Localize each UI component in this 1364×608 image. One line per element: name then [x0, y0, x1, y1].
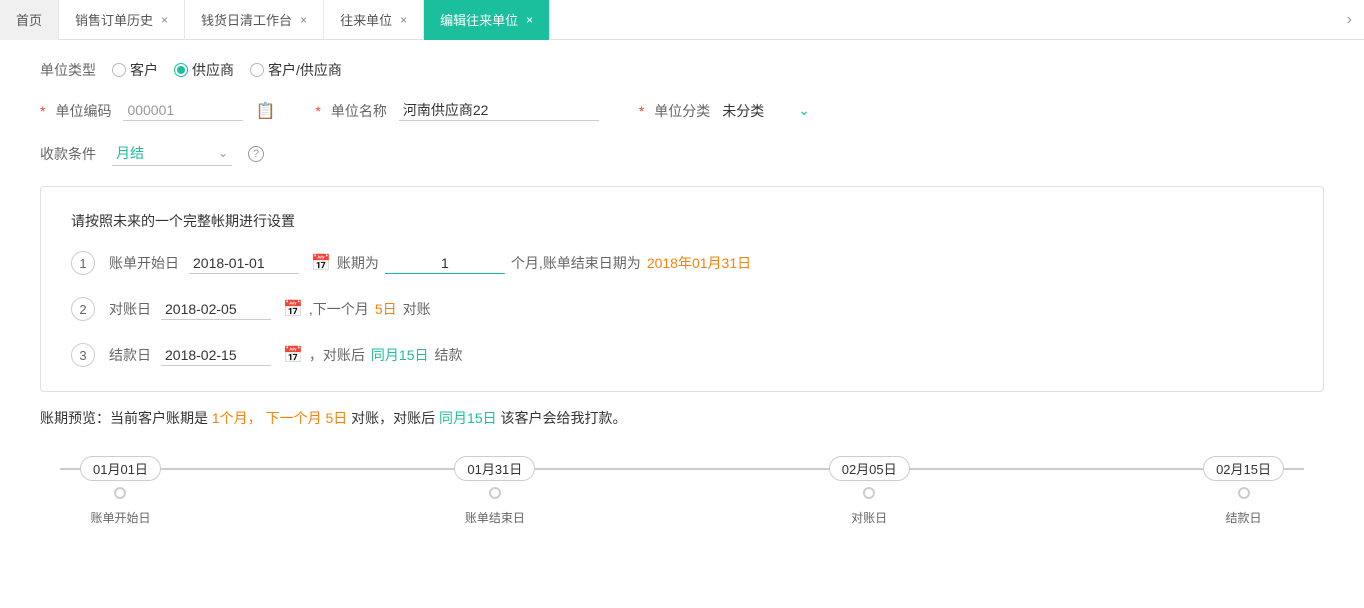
preview-months: 1个月， [212, 410, 262, 426]
unit-type-label: 单位类型 [40, 60, 96, 80]
step-3-prefix: ，对账后 [309, 345, 365, 365]
step-3-date-input[interactable] [161, 345, 271, 366]
step-1-content: 📅 账期为 个月,账单结束日期为 2018年01月31日 [189, 253, 751, 274]
step-1-suffix: 账期为 [337, 253, 379, 273]
step-2-after: 对账 [403, 299, 431, 319]
tl-pill-1: 01月01日 [80, 456, 161, 481]
tab-sales-history[interactable]: 销售订单历史 × [59, 0, 185, 40]
step-1-months-input[interactable] [385, 253, 505, 274]
preview-reconcile-prefix: 下一个月 [266, 410, 322, 426]
close-partner-unit[interactable]: × [400, 14, 407, 26]
step-1-number: 1 [71, 251, 95, 275]
step-1-row: 1 账单开始日 📅 账期为 个月,账单结束日期为 2018年01月31日 [71, 251, 1293, 275]
step-1-months-unit: 个月,账单结束日期为 [511, 253, 641, 273]
unit-class-label: 单位分类 [654, 101, 710, 121]
tl-dot-1 [114, 487, 126, 499]
unit-name-input[interactable]: 河南供应商22 [399, 100, 599, 121]
preview-label: 账期预览：当前客户账期是 [40, 410, 208, 426]
step-3-label: 结款日 [109, 345, 151, 365]
radio-customer-supplier-circle [250, 63, 264, 77]
unit-type-row: 单位类型 客户 供应商 客户/供应商 [40, 60, 1324, 80]
tl-desc-4: 结款日 [1226, 509, 1262, 526]
timeline-container: 01月01日 账单开始日 01月31日 账单结束日 02月05日 对账日 02月… [40, 456, 1324, 526]
help-icon[interactable]: ? [248, 146, 264, 162]
step-3-number: 3 [71, 343, 95, 367]
payment-condition-chevron-icon: ⌄ [218, 146, 228, 160]
step-2-row: 2 对账日 📅 ,下一个月 5日 对账 [71, 297, 1293, 321]
tl-pill-2: 01月31日 [454, 456, 535, 481]
step-2-label: 对账日 [109, 299, 151, 319]
step-2-content: 📅 ,下一个月 5日 对账 [161, 299, 431, 320]
radio-supplier-circle [174, 63, 188, 77]
step-1-date-input[interactable] [189, 253, 299, 274]
tl-desc-1: 账单开始日 [90, 509, 150, 526]
timeline-point-2: 01月31日 账单结束日 [454, 456, 535, 526]
unit-code-star: * [40, 103, 45, 119]
tl-pill-3: 02月05日 [829, 456, 910, 481]
payment-condition-label: 收款条件 [40, 144, 96, 164]
tabs-bar: 首页 销售订单历史 × 钱货日清工作台 × 往来单位 × 编辑往来单位 × › [0, 0, 1364, 40]
timeline-point-1: 01月01日 账单开始日 [80, 456, 161, 526]
radio-customer-supplier[interactable]: 客户/供应商 [250, 60, 342, 80]
radio-customer-circle [112, 63, 126, 77]
payment-condition-row: 收款条件 月结 ⌄ ? [40, 141, 1324, 166]
step-2-prefix: ,下一个月 [309, 299, 369, 319]
step-3-content: 📅 ，对账后 同月15日 结款 [161, 345, 463, 366]
radio-supplier-label: 供应商 [192, 60, 234, 80]
step-2-calendar-icon[interactable]: 📅 [283, 299, 303, 319]
tl-desc-2: 账单结束日 [465, 509, 525, 526]
radio-supplier[interactable]: 供应商 [174, 60, 234, 80]
timeline-points: 01月01日 账单开始日 01月31日 账单结束日 02月05日 对账日 02月… [80, 456, 1284, 526]
tl-dot-2 [489, 487, 501, 499]
unit-type-radio-group: 客户 供应商 客户/供应商 [112, 60, 342, 80]
step-1-calendar-icon[interactable]: 📅 [311, 253, 331, 273]
preview-pay-day: 同月15日 [439, 410, 497, 426]
unit-class-value: 未分类 [722, 101, 764, 121]
unit-class-select[interactable]: 未分类 ⌄ [722, 101, 842, 121]
timeline-point-4: 02月15日 结款日 [1203, 456, 1284, 526]
step-2-day-highlight: 5日 [375, 299, 397, 319]
tl-pill-4: 02月15日 [1203, 456, 1284, 481]
unit-code-copy-icon[interactable]: 📋 [255, 101, 275, 121]
timeline-point-3: 02月05日 对账日 [829, 456, 910, 526]
unit-class-chevron-icon: ⌄ [798, 102, 810, 119]
preview-row: 账期预览：当前客户账期是 1个月， 下一个月 5日 对账，对账后 同月15日 该… [40, 402, 1324, 428]
tab-home[interactable]: 首页 [0, 0, 59, 40]
period-setting-section: 请按照未来的一个完整帐期进行设置 1 账单开始日 📅 账期为 个月,账单结束日期… [40, 186, 1324, 392]
step-1-end-date: 2018年01月31日 [647, 253, 751, 273]
section-title: 请按照未来的一个完整帐期进行设置 [71, 211, 1293, 231]
unit-code-input[interactable]: 000001 [123, 100, 243, 121]
tl-dot-4 [1238, 487, 1250, 499]
main-content: 单位类型 客户 供应商 客户/供应商 * 单位编码 000001 📋 [0, 40, 1364, 608]
unit-code-label: 单位编码 [55, 101, 111, 121]
tl-desc-3: 对账日 [851, 509, 887, 526]
step-2-number: 2 [71, 297, 95, 321]
close-edit-partner[interactable]: × [526, 14, 533, 26]
tab-partner-unit[interactable]: 往来单位 × [324, 0, 424, 40]
tab-scroll-arrow[interactable]: › [1335, 11, 1364, 29]
close-sales-history[interactable]: × [161, 14, 168, 26]
radio-customer-label: 客户 [130, 60, 158, 80]
step-3-after: 结款 [435, 345, 463, 365]
preview-reconcile-mid: 对账，对账后 [351, 410, 435, 426]
radio-customer[interactable]: 客户 [112, 60, 158, 80]
step-3-calendar-icon[interactable]: 📅 [283, 345, 303, 365]
step-2-date-input[interactable] [161, 299, 271, 320]
unit-name-star: * [315, 103, 320, 119]
tab-edit-partner[interactable]: 编辑往来单位 × [424, 0, 550, 40]
step-1-label: 账单开始日 [109, 253, 179, 273]
step-3-row: 3 结款日 📅 ，对账后 同月15日 结款 [71, 343, 1293, 367]
payment-condition-value: 月结 [116, 143, 210, 163]
tab-cash-workbench[interactable]: 钱货日清工作台 × [185, 0, 324, 40]
unit-class-star: * [639, 103, 644, 119]
close-cash-workbench[interactable]: × [300, 14, 307, 26]
payment-condition-select[interactable]: 月结 ⌄ [112, 141, 232, 166]
preview-suffix: 该客户会给我打款。 [501, 410, 627, 426]
unit-name-label: 单位名称 [331, 101, 387, 121]
preview-reconcile-day: 5日 [325, 410, 347, 426]
step-3-day-highlight: 同月15日 [371, 345, 429, 365]
tl-dot-3 [863, 487, 875, 499]
unit-info-row: * 单位编码 000001 📋 * 单位名称 河南供应商22 * 单位分类 未分… [40, 100, 1324, 121]
radio-customer-supplier-label: 客户/供应商 [268, 60, 342, 80]
